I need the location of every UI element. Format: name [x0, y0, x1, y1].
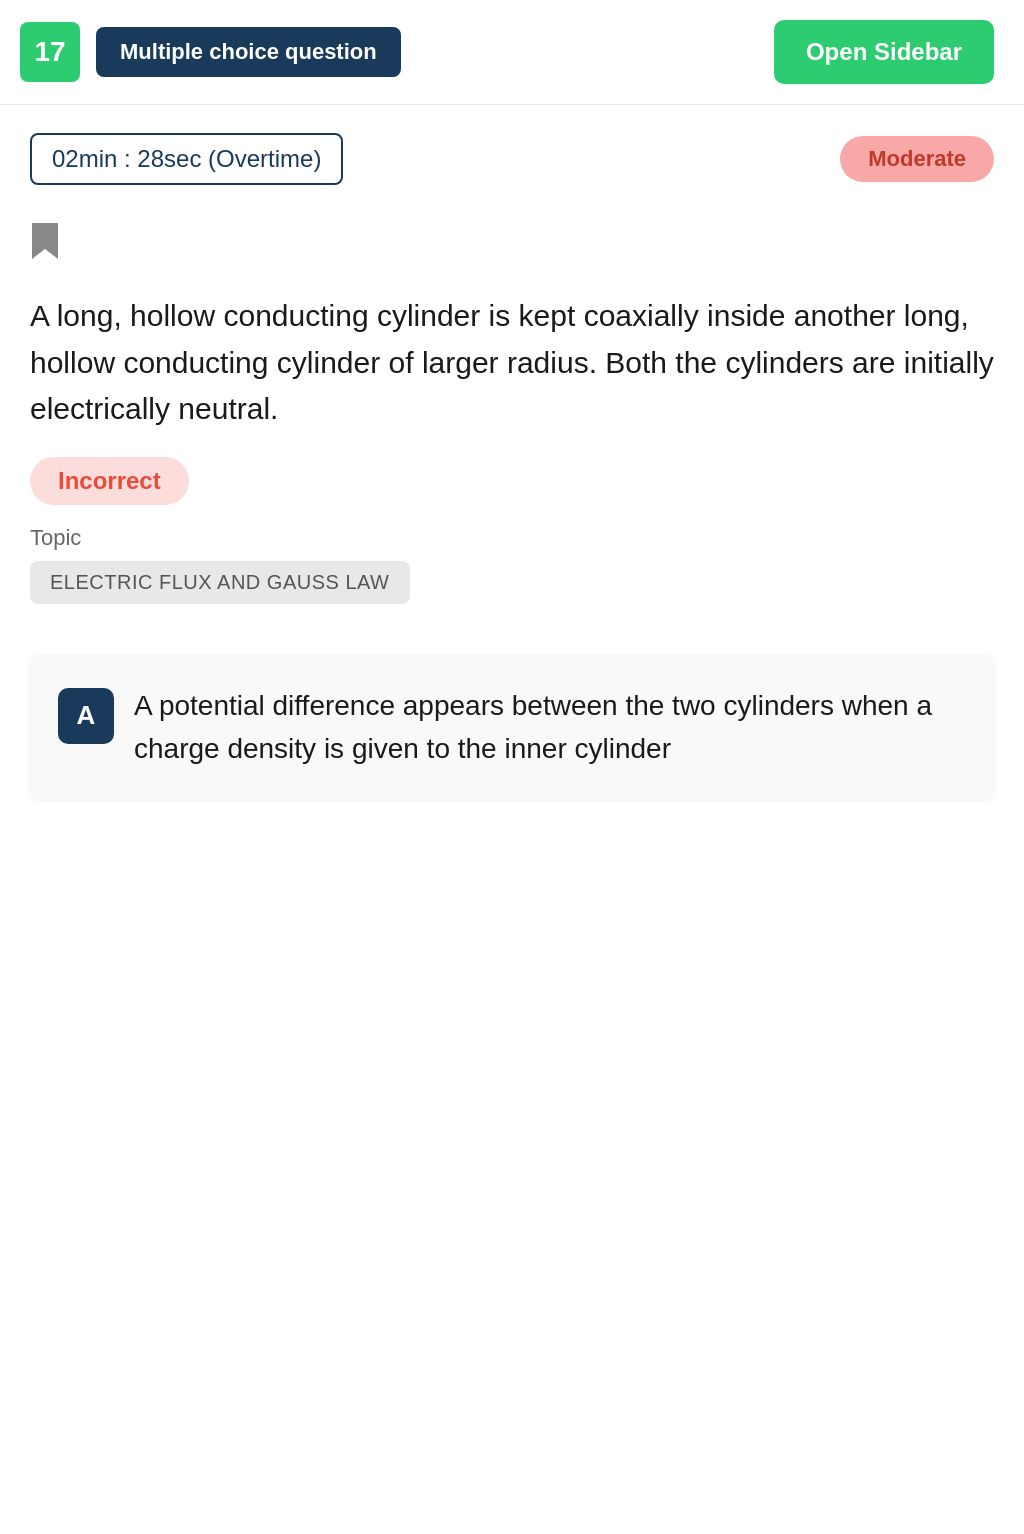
topic-label: Topic	[30, 525, 994, 551]
option-letter-a: A	[58, 688, 114, 744]
page-container: 17 Multiple choice question Open Sidebar…	[0, 0, 1024, 850]
answer-option-a[interactable]: A A potential difference appears between…	[30, 654, 994, 801]
bookmark-area[interactable]	[0, 205, 1024, 273]
difficulty-badge: Moderate	[840, 136, 994, 182]
question-text: A long, hollow conducting cylinder is ke…	[0, 273, 1024, 457]
topic-tag: ELECTRIC FLUX AND GAUSS LAW	[30, 561, 410, 604]
question-type-badge: Multiple choice question	[96, 27, 401, 77]
open-sidebar-button[interactable]: Open Sidebar	[774, 20, 994, 84]
topic-section: Topic ELECTRIC FLUX AND GAUSS LAW	[0, 525, 1024, 624]
answer-options: A A potential difference appears between…	[0, 624, 1024, 851]
bookmark-icon[interactable]	[30, 221, 60, 261]
timer-row: 02min : 28sec (Overtime) Moderate	[0, 105, 1024, 205]
timer-display: 02min : 28sec (Overtime)	[30, 133, 343, 185]
question-meta: 17 Multiple choice question	[20, 22, 401, 82]
option-text-a: A potential difference appears between t…	[134, 684, 966, 771]
incorrect-badge: Incorrect	[30, 457, 189, 505]
question-number: 17	[20, 22, 80, 82]
top-bar: 17 Multiple choice question Open Sidebar	[0, 0, 1024, 105]
